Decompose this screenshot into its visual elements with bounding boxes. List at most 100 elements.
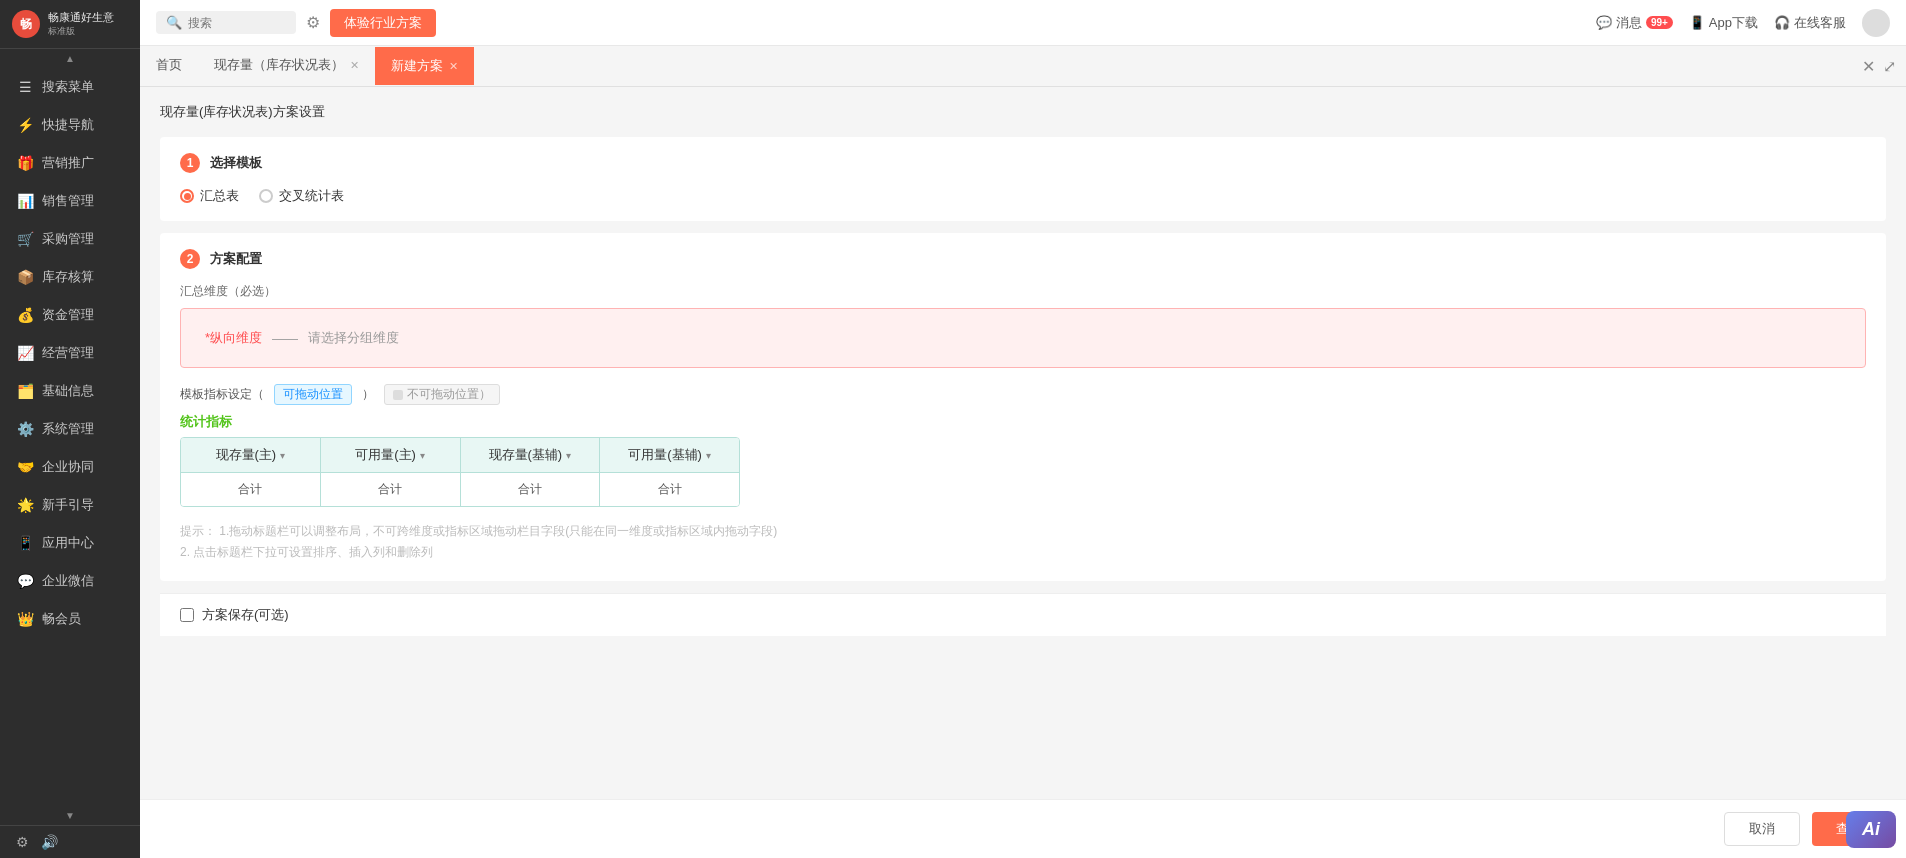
audio-icon[interactable]: 🔊: [41, 834, 58, 850]
non-draggable-badge: 不可拖动位置）: [384, 384, 500, 405]
sidebar-item-operations[interactable]: 📈 经营管理: [0, 334, 140, 372]
sidebar-scroll-up[interactable]: ▲: [0, 49, 140, 68]
sidebar-item-label: 营销推广: [42, 154, 94, 172]
stats-table-row: 合计 合计 合计 合计: [181, 472, 739, 506]
indicator-label: 模板指标设定（ 可拖动位置 ） 不可拖动位置）: [180, 384, 1866, 405]
dimension-box[interactable]: *纵向维度 —— 请选择分组维度: [180, 308, 1866, 368]
cell-subtotal-1-label: 合计: [238, 481, 262, 498]
system-icon: ⚙️: [16, 420, 34, 438]
tab-inventory-close[interactable]: ✕: [350, 59, 359, 72]
message-label: 消息: [1616, 14, 1642, 32]
sidebar-item-label: 资金管理: [42, 306, 94, 324]
tab-new-plan-close[interactable]: ✕: [449, 60, 458, 73]
section2-title: 方案配置: [210, 250, 262, 268]
section1-header: 1 选择模板: [180, 153, 1866, 173]
summary-dimension-label: 汇总维度（必选）: [180, 283, 1866, 300]
message-item[interactable]: 💬 消息 99+: [1596, 14, 1673, 32]
basic-info-icon: 🗂️: [16, 382, 34, 400]
newuser-icon: 🌟: [16, 496, 34, 514]
content-area: 现存量(库存状况表)方案设置 1 选择模板 汇总表 交叉统计表 2: [140, 87, 1906, 799]
save-checkbox[interactable]: [180, 608, 194, 622]
member-icon: 👑: [16, 610, 34, 628]
sidebar-item-wechat[interactable]: 💬 企业微信: [0, 562, 140, 600]
sidebar-item-enterprise[interactable]: 🤝 企业协同: [0, 448, 140, 486]
tab-inventory-label: 现存量（库存状况表）: [214, 56, 344, 74]
online-service-item[interactable]: 🎧 在线客服: [1774, 14, 1846, 32]
search-input[interactable]: [188, 16, 288, 30]
sidebar-item-member[interactable]: 👑 畅会员: [0, 600, 140, 638]
topbar: 🔍 ⚙ 体验行业方案 💬 消息 99+ 📱 App下载 🎧 在线客服: [140, 0, 1906, 46]
sidebar-logo: 畅 畅康通好生意 标准版: [0, 0, 140, 49]
radio-cross-table[interactable]: 交叉统计表: [259, 187, 344, 205]
col-available-main-dropdown[interactable]: ▾: [420, 450, 425, 461]
sidebar-item-label: 企业协同: [42, 458, 94, 476]
col-available-aux[interactable]: 可用量(基辅) ▾: [600, 438, 739, 472]
sidebar-item-apps[interactable]: 📱 应用中心: [0, 524, 140, 562]
industry-plan-button[interactable]: 体验行业方案: [330, 9, 436, 37]
sidebar-item-basic-info[interactable]: 🗂️ 基础信息: [0, 372, 140, 410]
app-download-label: App下载: [1709, 14, 1758, 32]
sidebar-item-sales[interactable]: 📊 销售管理: [0, 182, 140, 220]
sidebar-item-label: 快捷导航: [42, 116, 94, 134]
app-edition: 标准版: [48, 25, 114, 38]
sidebar-item-inventory[interactable]: 📦 库存核算: [0, 258, 140, 296]
sidebar-item-label: 基础信息: [42, 382, 94, 400]
section2-header: 2 方案配置: [180, 249, 1866, 269]
col-available-main[interactable]: 可用量(主) ▾: [321, 438, 461, 472]
sidebar-item-label: 搜索菜单: [42, 78, 94, 96]
settings-bottom-icon[interactable]: ⚙: [16, 834, 29, 850]
ai-badge[interactable]: Ai: [1846, 811, 1896, 848]
page-title: 现存量(库存状况表)方案设置: [160, 103, 1886, 121]
section1-number: 1: [180, 153, 200, 173]
sales-icon: 📊: [16, 192, 34, 210]
dimension-placeholder: 请选择分组维度: [308, 329, 399, 347]
sidebar-item-label: 采购管理: [42, 230, 94, 248]
sidebar: 畅 畅康通好生意 标准版 ▲ ☰ 搜索菜单 ⚡ 快捷导航 🎁 营销推广 📊 销售…: [0, 0, 140, 858]
cancel-button[interactable]: 取消: [1724, 812, 1800, 846]
draggable-badge: 可拖动位置: [274, 384, 352, 405]
sidebar-item-purchase[interactable]: 🛒 采购管理: [0, 220, 140, 258]
sidebar-item-shortcuts[interactable]: ⚡ 快捷导航: [0, 106, 140, 144]
sidebar-item-finance[interactable]: 💰 资金管理: [0, 296, 140, 334]
sidebar-item-label: 销售管理: [42, 192, 94, 210]
tab-home[interactable]: 首页: [140, 46, 198, 86]
dimension-required: *纵向维度: [205, 329, 262, 347]
sidebar-item-label: 经营管理: [42, 344, 94, 362]
radio-summary-table[interactable]: 汇总表: [180, 187, 239, 205]
col-current-main-dropdown[interactable]: ▾: [280, 450, 285, 461]
sidebar-nav: ☰ 搜索菜单 ⚡ 快捷导航 🎁 营销推广 📊 销售管理 🛒 采购管理 📦 库存核…: [0, 68, 140, 806]
sidebar-item-label: 新手引导: [42, 496, 94, 514]
search-icon: 🔍: [166, 15, 182, 30]
col-current-aux[interactable]: 现存量(基辅) ▾: [461, 438, 601, 472]
sidebar-item-label: 企业微信: [42, 572, 94, 590]
search-box[interactable]: 🔍: [156, 11, 296, 34]
sidebar-item-label: 应用中心: [42, 534, 94, 552]
tip-1: 提示： 1.拖动标题栏可以调整布局，不可跨维度或指标区域拖动栏目字段(只能在同一…: [180, 523, 1866, 540]
expand-icon[interactable]: ⤢: [1883, 57, 1896, 76]
tab-inventory[interactable]: 现存量（库存状况表） ✕: [198, 46, 375, 86]
col-current-aux-dropdown[interactable]: ▾: [566, 450, 571, 461]
stats-table: 现存量(主) ▾ 可用量(主) ▾ 现存量(基辅) ▾ 可用量(基辅): [180, 437, 740, 507]
sidebar-item-newuser[interactable]: 🌟 新手引导: [0, 486, 140, 524]
cell-subtotal-4: 合计: [600, 473, 739, 506]
col-current-aux-label: 现存量(基辅): [489, 446, 563, 464]
sidebar-item-marketing[interactable]: 🎁 营销推广: [0, 144, 140, 182]
stats-table-header: 现存量(主) ▾ 可用量(主) ▾ 现存量(基辅) ▾ 可用量(基辅): [181, 438, 739, 472]
col-current-main[interactable]: 现存量(主) ▾: [181, 438, 321, 472]
sidebar-item-search[interactable]: ☰ 搜索菜单: [0, 68, 140, 106]
sidebar-scroll-down[interactable]: ▼: [0, 806, 140, 825]
tab-new-plan[interactable]: 新建方案 ✕: [375, 47, 474, 85]
template-radio-group: 汇总表 交叉统计表: [180, 187, 1866, 205]
col-available-aux-dropdown[interactable]: ▾: [706, 450, 711, 461]
avatar[interactable]: [1862, 9, 1890, 37]
close-panel-icon[interactable]: ✕: [1862, 57, 1875, 76]
indicator-label-text: 模板指标设定（: [180, 386, 264, 403]
non-draggable-label: 不可拖动位置）: [407, 386, 491, 403]
tabbar: 首页 现存量（库存状况表） ✕ 新建方案 ✕ ✕ ⤢: [140, 46, 1906, 87]
service-icon: 🎧: [1774, 15, 1790, 30]
sidebar-item-system[interactable]: ⚙️ 系统管理: [0, 410, 140, 448]
app-download-item[interactable]: 📱 App下载: [1689, 14, 1758, 32]
app-name: 畅康通好生意: [48, 10, 114, 24]
settings-icon[interactable]: ⚙: [306, 13, 320, 32]
topbar-right: 💬 消息 99+ 📱 App下载 🎧 在线客服: [1596, 9, 1890, 37]
